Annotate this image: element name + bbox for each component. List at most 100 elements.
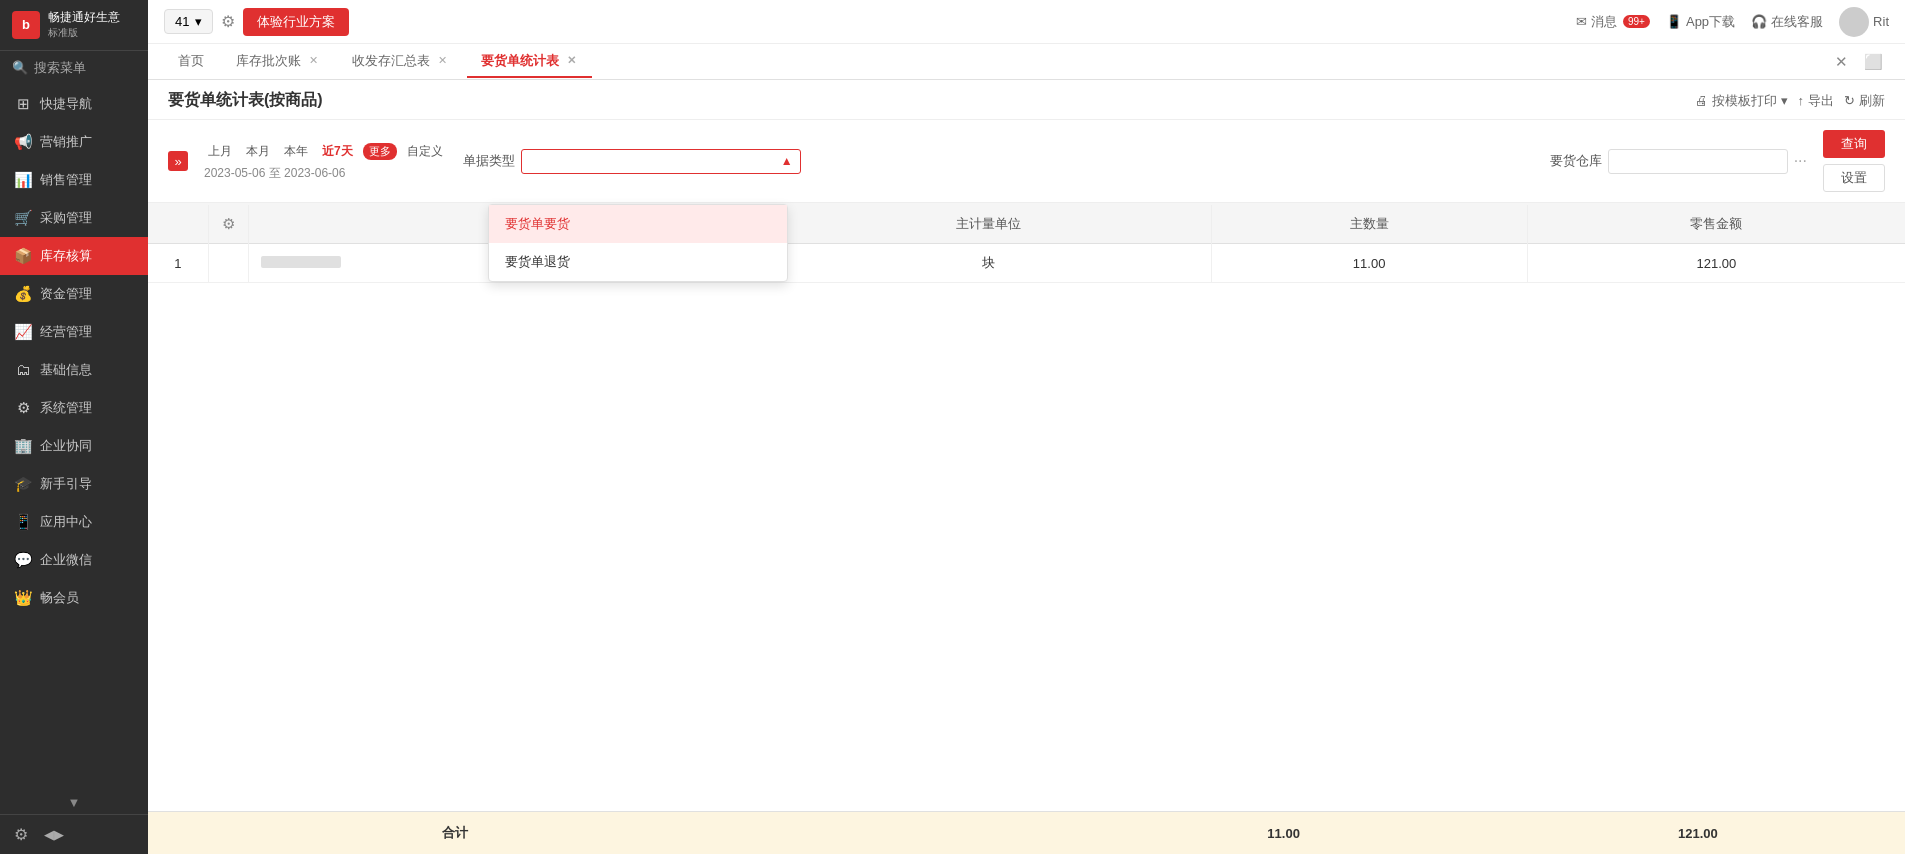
- tab-inventory-batch-label: 库存批次账: [236, 52, 301, 70]
- guide-icon: 🎓: [14, 475, 32, 493]
- member-icon: 👑: [14, 589, 32, 607]
- tabs-bar: 首页 库存批次账 ✕ 收发存汇总表 ✕ 要货单统计表 ✕ ✕ ⬜: [148, 44, 1905, 80]
- date-btn-this[interactable]: 本月: [242, 141, 274, 162]
- tab-maximize-btn[interactable]: ⬜: [1858, 51, 1889, 73]
- tab-order-stats[interactable]: 要货单统计表 ✕: [467, 46, 592, 78]
- sidebar-item-quicknav-label: 快捷导航: [40, 95, 92, 113]
- refresh-btn[interactable]: ↻ 刷新: [1844, 92, 1885, 110]
- sidebar-settings-icon[interactable]: ⚙: [14, 825, 28, 844]
- dropdown-item-order[interactable]: 要货单要货: [489, 205, 787, 243]
- sidebar-item-apps[interactable]: 📱 应用中心: [0, 503, 148, 541]
- date-btn-custom[interactable]: 自定义: [403, 141, 447, 162]
- tab-home-label: 首页: [178, 52, 204, 70]
- refresh-icon: ↻: [1844, 93, 1855, 108]
- sidebar-item-quicknav[interactable]: ⊞ 快捷导航: [0, 85, 148, 123]
- page-content: 要货单统计表(按商品) 🖨 按模板打印 ▾ ↑ 导出 ↻ 刷新 »: [148, 80, 1905, 854]
- query-button[interactable]: 查询: [1823, 130, 1885, 158]
- sidebar-scroll-down[interactable]: ▼: [0, 791, 148, 814]
- sidebar-item-marketing-label: 营销推广: [40, 133, 92, 151]
- filter-warehouse-more-icon[interactable]: ···: [1794, 152, 1807, 170]
- filter-doc-type-input[interactable]: [521, 149, 801, 174]
- base-icon: 🗂: [14, 361, 32, 378]
- filter-date-btns: 上月 本月 本年 近7天 更多 自定义: [204, 141, 447, 162]
- sidebar-item-apps-label: 应用中心: [40, 513, 92, 531]
- filter-actions: 查询 设置: [1823, 130, 1885, 192]
- td-settings: [208, 244, 248, 283]
- app-download-btn[interactable]: 📱 App下载: [1666, 13, 1735, 31]
- sidebar-item-base[interactable]: 🗂 基础信息: [0, 351, 148, 389]
- th-quantity: 主数量: [1211, 205, 1527, 244]
- tab-receivable-summary-close[interactable]: ✕: [436, 54, 449, 67]
- weixin-icon: 💬: [14, 551, 32, 569]
- sidebar-item-inventory-label: 库存核算: [40, 247, 92, 265]
- sidebar-item-system[interactable]: ⚙ 系统管理: [0, 389, 148, 427]
- sidebar-fold-icon[interactable]: ◀▶: [44, 827, 64, 842]
- th-settings[interactable]: ⚙: [208, 205, 248, 244]
- sidebar-item-finance[interactable]: 💰 资金管理: [0, 275, 148, 313]
- tab-home[interactable]: 首页: [164, 46, 218, 78]
- filter-date-group: 上月 本月 本年 近7天 更多 自定义 2023-05-06 至 2023-06…: [204, 141, 447, 182]
- notifications-btn[interactable]: ✉ 消息 99+: [1576, 13, 1650, 31]
- trial-button[interactable]: 体验行业方案: [243, 8, 349, 36]
- store-selector[interactable]: 41 ▾: [164, 9, 213, 34]
- date-btn-7days[interactable]: 近7天: [318, 141, 357, 162]
- filter-expand-btn[interactable]: »: [168, 151, 188, 171]
- table-settings-icon[interactable]: ⚙: [222, 215, 235, 232]
- footer-total-amount: 121.00: [1491, 826, 1905, 841]
- finance-icon: 💰: [14, 285, 32, 303]
- filter-warehouse-label: 要货仓库: [1550, 152, 1602, 170]
- filter-warehouse-input[interactable]: [1608, 149, 1788, 174]
- th-unit: 主计量单位: [767, 205, 1212, 244]
- sidebar-item-sales[interactable]: 📊 销售管理: [0, 161, 148, 199]
- sidebar-item-guide[interactable]: 🎓 新手引导: [0, 465, 148, 503]
- sidebar-logo: b 畅捷通好生意 标准版: [0, 0, 148, 51]
- app-download-label: App下载: [1686, 13, 1735, 31]
- footer-total-label: 合计: [248, 824, 662, 842]
- filter-doc-type-arrow[interactable]: ▲: [781, 154, 793, 168]
- filter-doc-type-label: 单据类型: [463, 152, 515, 170]
- sidebar-item-marketing[interactable]: 📢 营销推广: [0, 123, 148, 161]
- tab-receivable-summary-label: 收发存汇总表: [352, 52, 430, 70]
- tab-close-all-btn[interactable]: ✕: [1829, 51, 1854, 73]
- sidebar-item-purchase[interactable]: 🛒 采购管理: [0, 199, 148, 237]
- sidebar-item-operations[interactable]: 📈 经营管理: [0, 313, 148, 351]
- purchase-icon: 🛒: [14, 209, 32, 227]
- sidebar-item-finance-label: 资金管理: [40, 285, 92, 303]
- data-table: ⚙ 商品 主计量单位 主数量 零售金额 1: [148, 205, 1905, 283]
- table-row: 1 块 11.00 121.00: [148, 244, 1905, 283]
- tab-inventory-batch-close[interactable]: ✕: [307, 54, 320, 67]
- tab-inventory-batch[interactable]: 库存批次账 ✕: [222, 46, 334, 78]
- page-actions: 🖨 按模板打印 ▾ ↑ 导出 ↻ 刷新: [1695, 92, 1886, 110]
- export-btn[interactable]: ↑ 导出: [1798, 92, 1835, 110]
- sidebar-item-inventory[interactable]: 📦 库存核算: [0, 237, 148, 275]
- sidebar-item-base-label: 基础信息: [40, 361, 92, 379]
- sidebar-item-operations-label: 经营管理: [40, 323, 92, 341]
- print-btn[interactable]: 🖨 按模板打印 ▾: [1695, 92, 1788, 110]
- doc-type-dropdown: 要货单要货 要货单退货: [488, 204, 788, 282]
- inventory-icon: 📦: [14, 247, 32, 265]
- search-menu[interactable]: 🔍 搜索菜单: [0, 51, 148, 85]
- store-name: 41: [175, 14, 189, 29]
- search-menu-label: 搜索菜单: [34, 59, 86, 77]
- sales-icon: 📊: [14, 171, 32, 189]
- topbar: 41 ▾ ⚙ 体验行业方案 ✉ 消息 99+ 📱 App下载 🎧 在线客服 R: [148, 0, 1905, 44]
- filter-date-range: 2023-05-06 至 2023-06-06: [204, 165, 447, 182]
- topbar-settings-icon[interactable]: ⚙: [221, 12, 235, 31]
- tab-order-stats-close[interactable]: ✕: [565, 54, 578, 67]
- logo-icon: b: [12, 11, 40, 39]
- sidebar-item-weixin[interactable]: 💬 企业微信: [0, 541, 148, 579]
- dropdown-item-return[interactable]: 要货单退货: [489, 243, 787, 281]
- settings-button[interactable]: 设置: [1823, 164, 1885, 192]
- sidebar-item-purchase-label: 采购管理: [40, 209, 92, 227]
- date-more-badge[interactable]: 更多: [363, 143, 397, 160]
- date-btn-up[interactable]: 上月: [204, 141, 236, 162]
- date-btn-year[interactable]: 本年: [280, 141, 312, 162]
- user-avatar-btn[interactable]: Rit: [1839, 7, 1889, 37]
- td-index: 1: [148, 244, 208, 283]
- online-service-btn[interactable]: 🎧 在线客服: [1751, 13, 1823, 31]
- sidebar-item-enterprise[interactable]: 🏢 企业协同: [0, 427, 148, 465]
- tab-receivable-summary[interactable]: 收发存汇总表 ✕: [338, 46, 463, 78]
- sidebar-item-member[interactable]: 👑 畅会员: [0, 579, 148, 617]
- export-icon: ↑: [1798, 93, 1805, 108]
- store-chevron-icon: ▾: [195, 14, 202, 29]
